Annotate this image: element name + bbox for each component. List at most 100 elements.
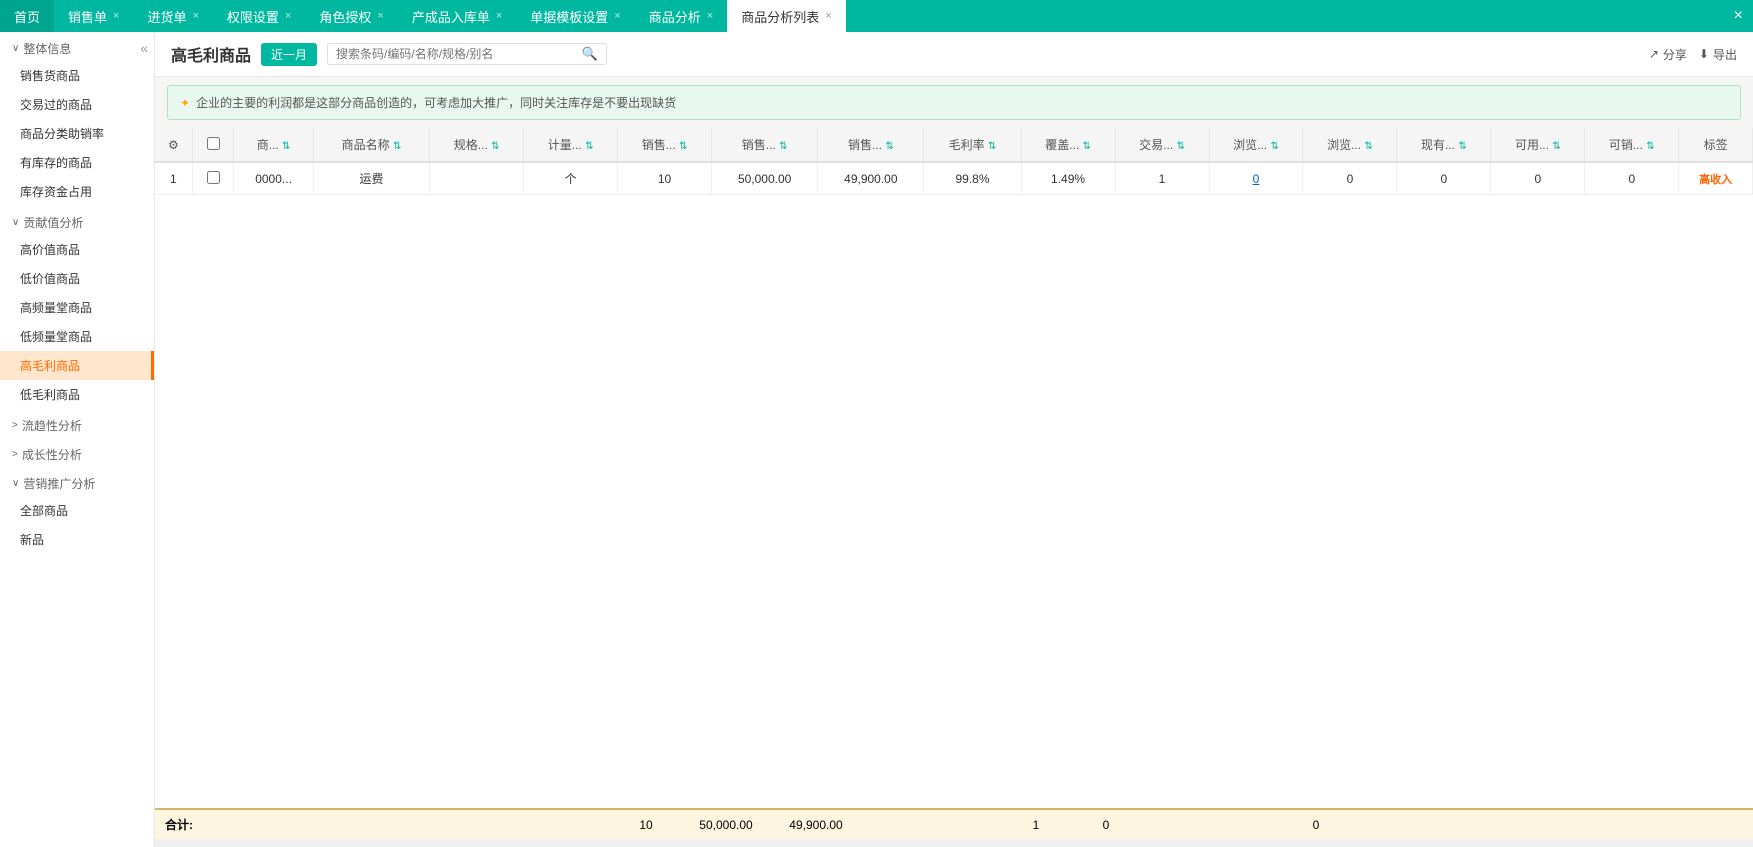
footer-cell-13: 0 xyxy=(1281,818,1351,832)
col-header-available[interactable]: 可用... ⇅ xyxy=(1491,128,1585,162)
sidebar-item-capital-usage[interactable]: 库存资金占用 xyxy=(0,177,154,206)
arrow-icon: > xyxy=(12,420,18,431)
close-tab-sales-order[interactable]: × xyxy=(113,10,119,22)
col-header-name[interactable]: 商品名称 ⇅ xyxy=(313,128,429,162)
close-all-tabs[interactable]: × xyxy=(1724,0,1753,32)
nav-tab-sales-order[interactable]: 销售单× xyxy=(54,0,133,32)
close-tab-template-settings[interactable]: × xyxy=(614,10,620,22)
sort-icon: ⇅ xyxy=(1458,141,1466,152)
col-header-in_stock[interactable]: 现有... ⇅ xyxy=(1397,128,1491,162)
sidebar-item-new-products[interactable]: 新品 xyxy=(0,525,154,554)
close-tab-permission-settings[interactable]: × xyxy=(285,10,291,22)
col-header-sales_cost[interactable]: 销售... ⇅ xyxy=(818,128,924,162)
col-header-code[interactable]: 商... ⇅ xyxy=(234,128,314,162)
footer-cell-9: 1 xyxy=(1001,818,1071,832)
content-area: 高毛利商品 近一月 🔍 ↗ 分享 ⬇ 导出 xyxy=(155,32,1753,847)
row-checkbox[interactable] xyxy=(192,162,234,195)
col-header-sales_qty[interactable]: 销售... ⇅ xyxy=(618,128,712,162)
row-sales-amount: 50,000.00 xyxy=(712,162,818,195)
info-banner: ✦ 企业的主要的利润都是这部分商品创造的，可考虑加大推广，同时关注库存是不要出现… xyxy=(167,85,1741,120)
header-actions: ↗ 分享 ⬇ 导出 xyxy=(1649,46,1737,63)
sidebar-group-trend[interactable]: > 流趋性分析 xyxy=(0,409,154,438)
row-sellable: 0 xyxy=(1585,162,1679,195)
close-tab-purchase-order[interactable]: × xyxy=(192,10,198,22)
settings-icon[interactable]: ⚙ xyxy=(168,138,179,152)
sort-icon: ⇅ xyxy=(1270,141,1278,152)
nav-tab-role-permission[interactable]: 角色授权× xyxy=(305,0,397,32)
close-tab-product-entry[interactable]: × xyxy=(496,10,502,22)
col-header-browse1[interactable]: 浏览... ⇅ xyxy=(1209,128,1303,162)
tag-label: 高收入 xyxy=(1699,174,1732,186)
row-browse1[interactable]: 0 xyxy=(1209,162,1303,195)
sort-icon: ⇅ xyxy=(1364,141,1372,152)
col-header-checkbox xyxy=(192,128,234,162)
sidebar-toggle[interactable]: « xyxy=(140,40,148,56)
content-header: 高毛利商品 近一月 🔍 ↗ 分享 ⬇ 导出 xyxy=(155,32,1753,77)
sidebar-item-low-margin[interactable]: 低毛利商品 xyxy=(0,380,154,409)
nav-tab-purchase-order[interactable]: 进货单× xyxy=(133,0,212,32)
footer-total-row: 合计:1050,000.0049,900.00100 xyxy=(155,808,1753,839)
browse-link[interactable]: 0 xyxy=(1253,172,1260,186)
row-num: 1 xyxy=(155,162,192,195)
search-icon[interactable]: 🔍 xyxy=(582,46,598,62)
sidebar-group-growth[interactable]: > 成长性分析 xyxy=(0,438,154,467)
sort-icon: ⇅ xyxy=(1083,141,1091,152)
sidebar-item-hot-products[interactable]: 销售货商品 xyxy=(0,61,154,90)
col-header-sellable[interactable]: 可销... ⇅ xyxy=(1585,128,1679,162)
col-header-sales_amount[interactable]: 销售... ⇅ xyxy=(712,128,818,162)
nav-tab-product-analysis-list[interactable]: 商品分析列表× xyxy=(727,0,845,32)
row-tag: 高收入 xyxy=(1679,162,1753,195)
sidebar-item-high-value[interactable]: 高价值商品 xyxy=(0,235,154,264)
col-header-browse2[interactable]: 浏览... ⇅ xyxy=(1303,128,1397,162)
nav-tab-home[interactable]: 首页 xyxy=(0,0,54,32)
col-header-trade_count[interactable]: 交易... ⇅ xyxy=(1115,128,1209,162)
col-header-tag: 标签 xyxy=(1679,128,1753,162)
sidebar-item-category-assist[interactable]: 商品分类助销率 xyxy=(0,119,154,148)
sidebar-group-marketing[interactable]: ∨ 营销推广分析 xyxy=(0,467,154,496)
close-tab-product-analysis[interactable]: × xyxy=(707,10,713,22)
row-name: 运费 xyxy=(313,162,429,195)
row-available: 0 xyxy=(1491,162,1585,195)
close-tab-role-permission[interactable]: × xyxy=(377,10,383,22)
col-header-coverage[interactable]: 覆盖... ⇅ xyxy=(1021,128,1115,162)
nav-tab-product-analysis[interactable]: 商品分析× xyxy=(635,0,727,32)
bottom-scrollbar[interactable] xyxy=(155,839,1753,847)
sort-icon: ⇅ xyxy=(282,141,290,152)
sidebar-group-financial[interactable]: ∨ 贡献值分析 xyxy=(0,206,154,235)
filter-button[interactable]: 近一月 xyxy=(261,43,317,66)
page-title: 高毛利商品 xyxy=(171,42,251,66)
sort-icon: ⇅ xyxy=(988,141,996,152)
row-code: 0000... xyxy=(234,162,314,195)
sidebar-item-low-vol-high-margin[interactable]: 低频量堂商品 xyxy=(0,322,154,351)
footer-cell-4: 10 xyxy=(611,818,681,832)
nav-tab-permission-settings[interactable]: 权限设置× xyxy=(213,0,305,32)
nav-tab-product-entry[interactable]: 产成品入库单× xyxy=(398,0,516,32)
search-input[interactable] xyxy=(336,47,582,61)
col-header-spec[interactable]: 规格... ⇅ xyxy=(430,128,524,162)
nav-tab-template-settings[interactable]: 单据模板设置× xyxy=(516,0,634,32)
row-coverage: 1.49% xyxy=(1021,162,1115,195)
col-header-unit[interactable]: 计量... ⇅ xyxy=(524,128,618,162)
sidebar-item-high-margin[interactable]: 高毛利商品 xyxy=(0,351,154,380)
sidebar-item-in-stock[interactable]: 有库存的商品 xyxy=(0,148,154,177)
sort-icon: ⇅ xyxy=(1177,141,1185,152)
footer-cell-6: 49,900.00 xyxy=(771,818,861,832)
sidebar-item-traded-products[interactable]: 交易过的商品 xyxy=(0,90,154,119)
row-sales-qty: 10 xyxy=(618,162,712,195)
arrow-icon: ∨ xyxy=(12,478,19,489)
export-button[interactable]: ⬇ 导出 xyxy=(1699,46,1737,63)
row-in-stock: 0 xyxy=(1397,162,1491,195)
footer-cell-0: 合计: xyxy=(161,816,401,833)
close-tab-product-analysis-list[interactable]: × xyxy=(825,10,831,22)
sidebar-item-all-products[interactable]: 全部商品 xyxy=(0,496,154,525)
row-checkbox-input[interactable] xyxy=(207,171,220,184)
sort-icon: ⇅ xyxy=(679,141,687,152)
col-header-gross_margin[interactable]: 毛利率 ⇅ xyxy=(924,128,1021,162)
row-unit: 个 xyxy=(524,162,618,195)
sidebar-group-overall[interactable]: ∨ 整体信息 xyxy=(0,32,154,61)
sidebar-item-low-value[interactable]: 低价值商品 xyxy=(0,264,154,293)
table-wrapper: ⚙商... ⇅商品名称 ⇅规格... ⇅计量... ⇅销售... ⇅销售... … xyxy=(155,128,1753,808)
sidebar-item-high-vol-high-margin[interactable]: 高频量堂商品 xyxy=(0,293,154,322)
share-button[interactable]: ↗ 分享 xyxy=(1649,46,1687,63)
select-all-checkbox[interactable] xyxy=(207,137,220,150)
